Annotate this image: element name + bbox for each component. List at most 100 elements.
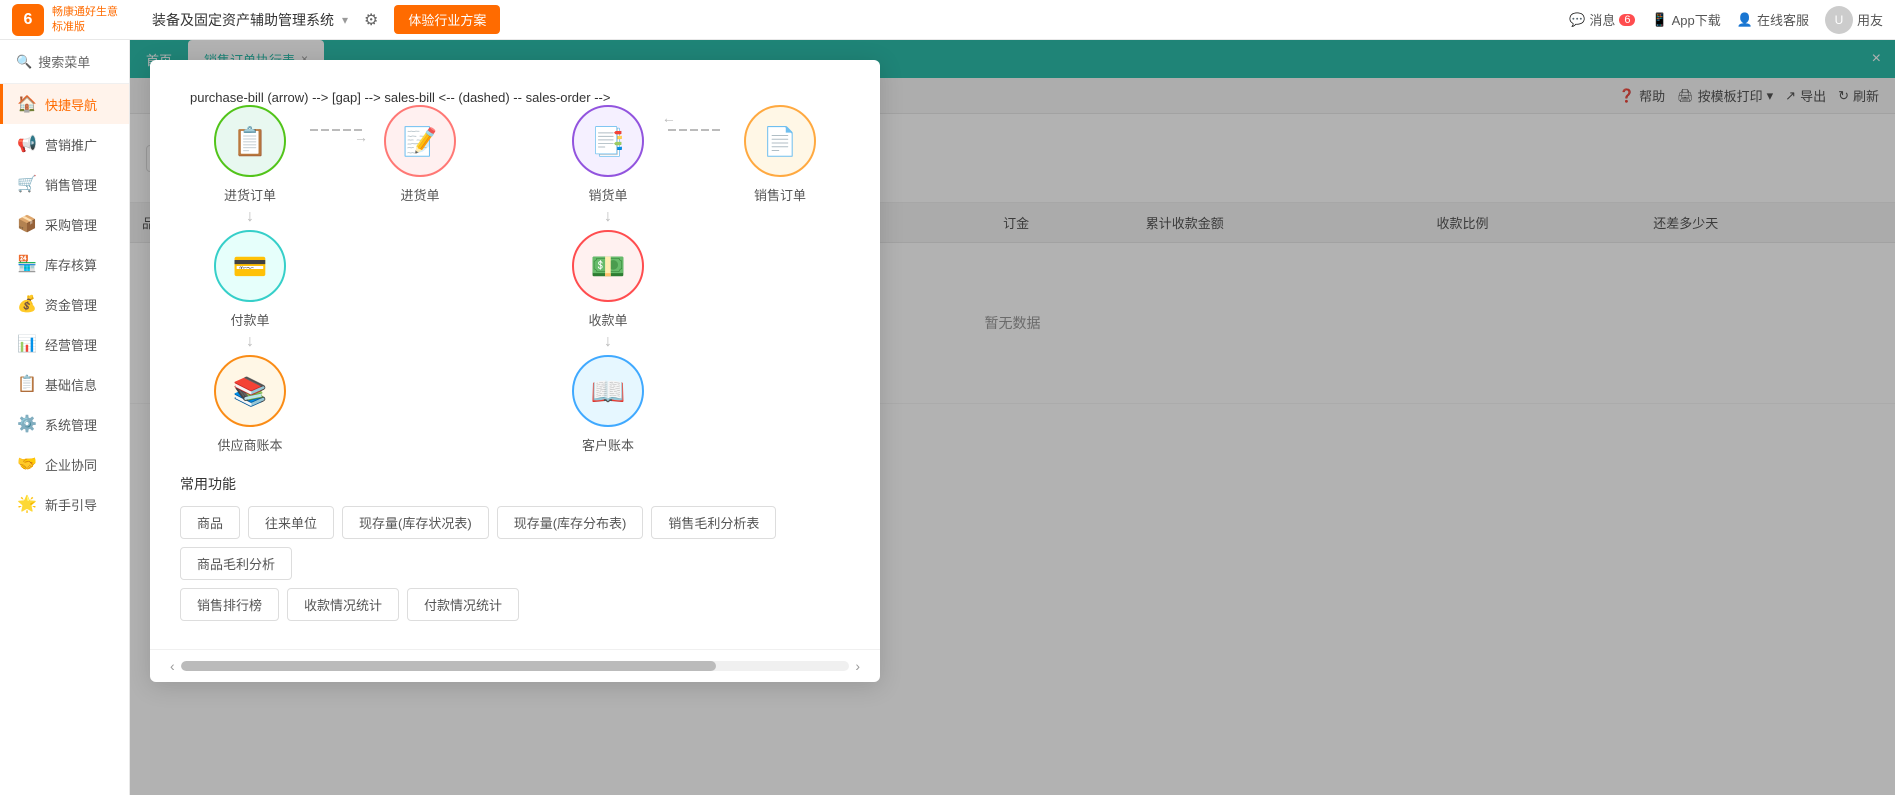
sales-order-label: 销售订单 xyxy=(754,185,806,204)
func-buttons-row1: 商品 往来单位 现存量(库存状况表) 现存量(库存分布表) 销售毛利分析表 商品… xyxy=(180,506,850,580)
sales-order-circle: 📄 xyxy=(744,105,816,177)
app-download-btn[interactable]: 📱 App下载 xyxy=(1651,10,1720,29)
sales-order-icon: 📄 xyxy=(763,125,798,158)
customer-ledger-circle: 📖 xyxy=(572,355,644,427)
purchase-order-icon: 📋 xyxy=(233,125,268,158)
flow-node-supplier-ledger[interactable]: 📚 供应商账本 xyxy=(190,355,310,454)
content-area: 首页 销售订单执行表 × × ❓ 帮助 🖨 xyxy=(130,40,1895,795)
sales-bill-icon: 📑 xyxy=(591,125,626,158)
modal-box: purchase-bill (arrow) --> [gap] --> sale… xyxy=(150,60,880,682)
inventory-icon: 🏪 xyxy=(17,254,37,274)
sidebar-item-operations[interactable]: 📊 经营管理 xyxy=(0,324,129,364)
modal-overlay[interactable]: purchase-bill (arrow) --> [gap] --> sale… xyxy=(130,40,1895,795)
sidebar-item-purchase[interactable]: 📦 采购管理 xyxy=(0,204,129,244)
sidebar-item-marketing[interactable]: 📢 营销推广 xyxy=(0,124,129,164)
purchase-bill-icon: 📝 xyxy=(403,125,438,158)
service-icon: 👤 xyxy=(1737,12,1753,28)
download-icon: 📱 xyxy=(1651,12,1667,28)
func-btn-goods[interactable]: 商品 xyxy=(180,506,240,539)
purchase-order-label: 进货订单 xyxy=(224,185,276,204)
trial-button[interactable]: 体验行业方案 xyxy=(394,5,500,34)
sidebar-item-quick-nav[interactable]: 🏠 快捷导航 xyxy=(0,84,129,124)
enterprise-icon: 🤝 xyxy=(17,454,37,474)
func-btn-goods-margin[interactable]: 商品毛利分析 xyxy=(180,547,292,580)
sidebar-item-guide[interactable]: 🌟 新手引导 xyxy=(0,484,129,524)
arrow-down-3: ↓ xyxy=(246,333,254,351)
supplier-ledger-icon: 📚 xyxy=(233,375,268,408)
arrow-down-1: ↓ xyxy=(246,208,254,226)
home-icon: 🏠 xyxy=(17,94,37,114)
purchase-bill-circle: 📝 xyxy=(384,105,456,177)
flow-node-sales-bill[interactable]: 📑 销货单 xyxy=(548,105,668,204)
operations-icon: 📊 xyxy=(17,334,37,354)
flow-node-customer-ledger[interactable]: 📖 客户账本 xyxy=(548,355,668,454)
customer-ledger-icon: 📖 xyxy=(591,375,626,408)
user-area[interactable]: U 用友 xyxy=(1825,6,1883,34)
func-btn-partner[interactable]: 往来单位 xyxy=(248,506,334,539)
system-icon: ⚙️ xyxy=(17,414,37,434)
receipt-circle: 💵 xyxy=(572,230,644,302)
scroll-left-btn[interactable]: ‹ xyxy=(170,658,175,674)
logo-area: 6 畅康通好生意 标准版 xyxy=(12,4,142,36)
common-funcs-title: 常用功能 xyxy=(180,474,850,494)
payment-icon: 💳 xyxy=(233,250,268,283)
customer-ledger-label: 客户账本 xyxy=(582,435,634,454)
sales-bill-label: 销货单 xyxy=(588,185,627,204)
sidebar-item-basic[interactable]: 📋 基础信息 xyxy=(0,364,129,404)
common-functions: 常用功能 商品 往来单位 现存量(库存状况表) 现存量(库存分布表) 销售毛利分… xyxy=(150,474,880,649)
receipt-label: 收款单 xyxy=(588,310,627,329)
user-avatar: U xyxy=(1825,6,1853,34)
sales-bill-circle: 📑 xyxy=(572,105,644,177)
sidebar-item-finance[interactable]: 💰 资金管理 xyxy=(0,284,129,324)
sidebar-item-system[interactable]: ⚙️ 系统管理 xyxy=(0,404,129,444)
online-service-btn[interactable]: 👤 在线客服 xyxy=(1737,10,1809,29)
dropdown-arrow-icon[interactable]: ▾ xyxy=(342,13,348,27)
func-btn-stock-status[interactable]: 现存量(库存状况表) xyxy=(342,506,489,539)
basic-icon: 📋 xyxy=(17,374,37,394)
supplier-ledger-label: 供应商账本 xyxy=(217,435,282,454)
sidebar-item-sales[interactable]: 🛒 销售管理 xyxy=(0,164,129,204)
purchase-order-circle: 📋 xyxy=(214,105,286,177)
workflow-area: purchase-bill (arrow) --> [gap] --> sale… xyxy=(150,60,880,474)
system-name: 装备及固定资产辅助管理系统 xyxy=(152,10,334,30)
logo-icon: 6 xyxy=(12,4,44,36)
search-menu-btn[interactable]: 🔍 搜索菜单 xyxy=(10,48,119,75)
finance-icon: 💰 xyxy=(17,294,37,314)
message-badge: 6 xyxy=(1619,14,1635,26)
func-btn-sales-rank[interactable]: 销售排行榜 xyxy=(180,588,279,621)
marketing-icon: 📢 xyxy=(17,134,37,154)
message-icon: 💬 xyxy=(1569,12,1585,28)
search-icon: 🔍 xyxy=(16,54,32,70)
sidebar-search[interactable]: 🔍 搜索菜单 xyxy=(0,40,129,84)
func-btn-receipt-stats[interactable]: 收款情况统计 xyxy=(287,588,399,621)
arrow-down-4: ↓ xyxy=(604,333,612,351)
purchase-bill-label: 进货单 xyxy=(400,185,439,204)
payment-circle: 💳 xyxy=(214,230,286,302)
logo-text: 畅康通好生意 标准版 xyxy=(52,5,118,34)
sales-icon: 🛒 xyxy=(17,174,37,194)
flow-node-purchase-bill[interactable]: 📝 进货单 xyxy=(360,105,480,204)
settings-icon[interactable]: ⚙ xyxy=(364,10,378,30)
flow-node-purchase-order[interactable]: 📋 进货订单 xyxy=(190,105,310,204)
system-title: 装备及固定资产辅助管理系统 ▾ ⚙ 体验行业方案 xyxy=(142,5,1569,34)
arrow-sales-order-to-bill: → xyxy=(668,129,720,131)
sidebar-item-enterprise[interactable]: 🤝 企业协同 xyxy=(0,444,129,484)
receipt-icon: 💵 xyxy=(591,250,626,283)
top-right-actions: 💬 消息 6 📱 App下载 👤 在线客服 U 用友 xyxy=(1569,6,1883,34)
flow-node-sales-order[interactable]: 📄 销售订单 xyxy=(720,105,840,204)
supplier-ledger-circle: 📚 xyxy=(214,355,286,427)
scroll-thumb xyxy=(181,661,716,671)
func-btn-sales-margin[interactable]: 销售毛利分析表 xyxy=(651,506,776,539)
scroll-track[interactable] xyxy=(181,661,850,671)
purchase-icon: 📦 xyxy=(17,214,37,234)
func-btn-stock-dist[interactable]: 现存量(库存分布表) xyxy=(497,506,644,539)
message-btn[interactable]: 💬 消息 6 xyxy=(1569,10,1635,29)
flow-node-payment[interactable]: 💳 付款单 xyxy=(190,230,310,329)
sidebar-item-inventory[interactable]: 🏪 库存核算 xyxy=(0,244,129,284)
modal-scrollbar: ‹ › xyxy=(150,649,880,682)
flow-node-receipt[interactable]: 💵 收款单 xyxy=(548,230,668,329)
scroll-right-btn[interactable]: › xyxy=(855,658,860,674)
func-btn-payment-stats[interactable]: 付款情况统计 xyxy=(407,588,519,621)
arrow-down-2: ↓ xyxy=(604,208,612,226)
arrow-purchase-to-bill: → xyxy=(310,129,362,131)
